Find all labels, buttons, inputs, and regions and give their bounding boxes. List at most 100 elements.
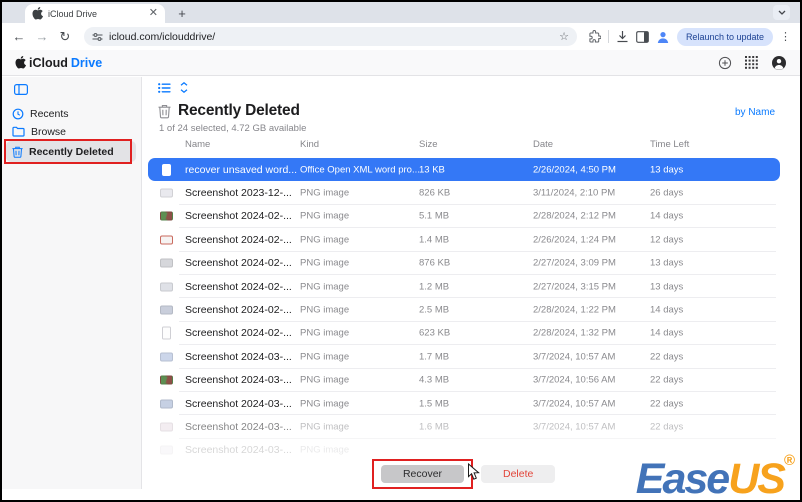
new-tab-button[interactable]: + xyxy=(174,5,190,21)
extensions-icon[interactable] xyxy=(588,30,601,43)
relaunch-to-update-button[interactable]: Relaunch to update xyxy=(677,28,773,46)
table-row[interactable]: Screenshot 2024-03-...PNG image1.6 MB3/7… xyxy=(148,415,780,438)
browser-tab[interactable]: iCloud Drive ✕ xyxy=(25,4,165,23)
recover-button[interactable]: Recover xyxy=(381,465,464,483)
browser-toolbar: ← → ↻ icloud.com/iclouddrive/ ☆ Relaunch… xyxy=(2,23,800,50)
file-table: recover unsaved word...Office Open XML w… xyxy=(148,158,780,462)
table-row[interactable]: Screenshot 2024-03-...PNG image1.7 MB3/7… xyxy=(148,345,780,368)
document-file-icon xyxy=(158,164,174,176)
clock-icon xyxy=(12,108,24,120)
recover-annotation-box: Recover xyxy=(372,459,473,489)
file-time-left: 14 days xyxy=(650,211,683,222)
create-new-icon[interactable] xyxy=(718,56,732,70)
side-panel-icon[interactable] xyxy=(636,31,649,43)
table-row[interactable]: Screenshot 2024-02-...PNG image2.5 MB2/2… xyxy=(148,298,780,321)
file-size: 2.5 MB xyxy=(419,305,449,316)
file-thumbnail-icon xyxy=(158,259,174,268)
sort-by-name-button[interactable]: by Name xyxy=(735,107,775,118)
column-header-date[interactable]: Date xyxy=(533,139,553,150)
file-name: Screenshot 2024-03-... xyxy=(185,421,292,433)
file-name: Screenshot 2024-03-... xyxy=(185,444,292,456)
profile-avatar-icon[interactable] xyxy=(656,30,670,44)
apple-favicon-icon xyxy=(32,7,43,20)
sidebar-toggle-icon[interactable] xyxy=(14,84,28,95)
file-name: Screenshot 2024-02-... xyxy=(185,304,292,316)
column-header-kind[interactable]: Kind xyxy=(300,139,319,150)
registered-trademark-icon: ® xyxy=(784,452,795,469)
file-name: Screenshot 2024-03-... xyxy=(185,351,292,363)
file-name: Screenshot 2023-12-... xyxy=(185,187,292,199)
tab-search-chevron-icon[interactable] xyxy=(773,5,790,20)
easeus-logo-orange: US xyxy=(728,455,784,500)
download-icon[interactable] xyxy=(616,30,629,43)
table-row[interactable]: Screenshot 2024-02-...PNG image5.1 MB2/2… xyxy=(148,205,780,228)
file-size: 5.1 MB xyxy=(419,211,449,222)
file-kind: PNG image xyxy=(300,421,349,432)
apple-logo-icon xyxy=(15,56,26,69)
table-row[interactable]: Screenshot 2024-02-...PNG image1.2 MB2/2… xyxy=(148,275,780,298)
file-time-left: 14 days xyxy=(650,328,683,339)
account-avatar-icon[interactable] xyxy=(771,55,787,71)
table-row[interactable]: Screenshot 2024-02-...PNG image1.4 MB2/2… xyxy=(148,228,780,251)
list-view-icon[interactable] xyxy=(158,83,171,93)
bookmark-star-icon[interactable]: ☆ xyxy=(559,30,569,43)
file-kind: PNG image xyxy=(300,328,349,339)
column-header-time-left[interactable]: Time Left xyxy=(650,139,689,150)
file-time-left: 22 days xyxy=(650,421,683,432)
address-bar[interactable]: icloud.com/iclouddrive/ ☆ xyxy=(84,27,577,46)
file-date: 3/7/2024, 10:57 AM xyxy=(533,398,615,409)
file-list-panel: Recently Deleted 1 of 24 selected, 4.72 … xyxy=(142,77,800,489)
file-size: 13 KB xyxy=(419,164,445,175)
file-date: 3/11/2024, 2:10 PM xyxy=(533,188,615,199)
site-settings-icon[interactable] xyxy=(92,32,103,42)
file-time-left: 12 days xyxy=(650,234,683,245)
icloud-brand: iCloud Drive xyxy=(15,56,102,70)
easeus-watermark: EaseUS® xyxy=(636,452,795,500)
delete-button[interactable]: Delete xyxy=(481,465,555,483)
file-thumbnail-icon xyxy=(158,306,174,315)
table-row[interactable]: Screenshot 2024-02-...PNG image623 KB2/2… xyxy=(148,322,780,345)
app-grid-icon[interactable] xyxy=(745,56,758,69)
table-row[interactable]: recover unsaved word...Office Open XML w… xyxy=(148,158,780,181)
file-size: 1.2 MB xyxy=(419,281,449,292)
column-header-name[interactable]: Name xyxy=(185,139,210,150)
file-thumbnail-icon xyxy=(158,376,174,385)
forward-button[interactable]: → xyxy=(34,30,50,43)
file-size: 623 KB xyxy=(419,328,450,339)
table-row[interactable]: Screenshot 2023-12-...PNG image826 KB3/1… xyxy=(148,181,780,204)
file-size: 1.4 MB xyxy=(419,234,449,245)
file-time-left: 22 days xyxy=(650,398,683,409)
sort-order-icon[interactable] xyxy=(180,82,188,93)
selection-status: 1 of 24 selected, 4.72 GB available xyxy=(159,123,306,134)
table-row[interactable]: Screenshot 2024-02-...PNG image876 KB2/2… xyxy=(148,252,780,275)
file-date: 2/28/2024, 2:12 PM xyxy=(533,211,616,222)
reload-button[interactable]: ↻ xyxy=(57,30,73,43)
sidebar-item-browse[interactable]: Browse xyxy=(6,123,136,140)
sidebar-item-recents[interactable]: Recents xyxy=(6,105,136,122)
sidebar-item-recently-deleted[interactable]: Recently Deleted xyxy=(6,141,136,162)
file-date: 2/27/2024, 3:15 PM xyxy=(533,281,616,292)
file-date: 2/27/2024, 3:09 PM xyxy=(533,258,616,269)
trash-title-icon xyxy=(158,104,171,119)
tab-title: iCloud Drive xyxy=(48,9,144,19)
sidebar-item-label: Recents xyxy=(30,108,69,120)
file-time-left: 26 days xyxy=(650,188,683,199)
table-row[interactable]: Screenshot 2024-03-...PNG image1.5 MB3/7… xyxy=(148,392,780,415)
file-size: 876 KB xyxy=(419,258,450,269)
file-name: Screenshot 2024-02-... xyxy=(185,210,292,222)
file-name: Screenshot 2024-02-... xyxy=(185,281,292,293)
back-button[interactable]: ← xyxy=(11,30,27,43)
file-kind: PNG image xyxy=(300,188,349,199)
table-row[interactable]: Screenshot 2024-03-...PNG image4.3 MB3/7… xyxy=(148,369,780,392)
file-date: 3/7/2024, 10:57 AM xyxy=(533,351,615,362)
column-header-size[interactable]: Size xyxy=(419,139,437,150)
file-name: Screenshot 2024-03-... xyxy=(185,398,292,410)
browser-menu-icon[interactable]: ⋮ xyxy=(780,30,791,43)
file-time-left: 13 days xyxy=(650,281,683,292)
tab-close-icon[interactable]: ✕ xyxy=(149,8,158,19)
file-date: 2/28/2024, 1:32 PM xyxy=(533,328,616,339)
file-thumbnail-icon xyxy=(158,399,174,408)
easeus-logo-blue: Ease xyxy=(636,455,728,500)
url-text[interactable]: icloud.com/iclouddrive/ xyxy=(109,31,553,43)
mouse-cursor xyxy=(467,463,481,481)
